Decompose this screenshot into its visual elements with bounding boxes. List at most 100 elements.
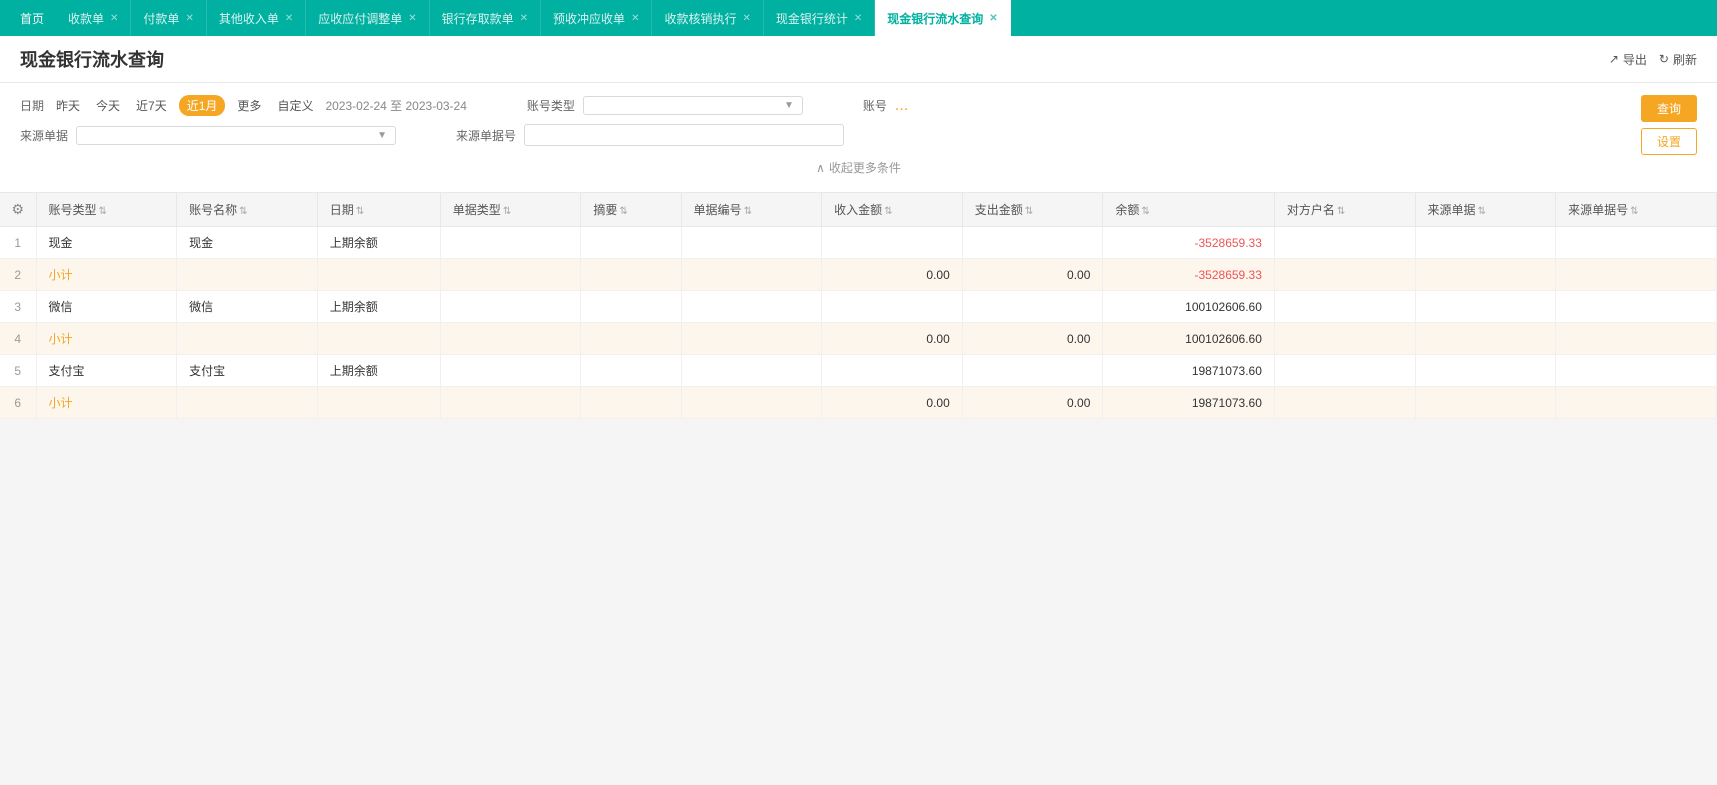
date-option-近1月[interactable]: 近1月 [179, 95, 226, 116]
query-button[interactable]: 查询 [1641, 95, 1697, 122]
col-header-counterpart[interactable]: 对方户名⇅ [1274, 193, 1415, 227]
date-option-近7天[interactable]: 近7天 [132, 95, 171, 116]
close-icon[interactable]: ✕ [854, 13, 862, 24]
col-label-doc_no: 单据编号 [694, 203, 742, 217]
nav-tab-qitashouru[interactable]: 其他收入单✕ [207, 0, 306, 36]
col-header-account_name[interactable]: 账号名称⇅ [177, 193, 318, 227]
refresh-label: 刷新 [1673, 51, 1697, 68]
close-icon[interactable]: ✕ [989, 13, 997, 24]
settings-gear-icon[interactable]: ⚙ [11, 201, 24, 217]
collapse-bar[interactable]: ∧ 收起更多条件 [20, 155, 1697, 180]
nav-tab-yushouzhongying[interactable]: 预收冲应收单✕ [541, 0, 652, 36]
nav-tab-xianjinliushui[interactable]: 现金银行流水查询✕ [875, 0, 1010, 36]
table-row: 1现金现金上期余额-3528659.33 [0, 227, 1717, 259]
close-icon[interactable]: ✕ [520, 13, 528, 24]
nav-tab-yingshoyingfu[interactable]: 应收应付调整单 ✕ [306, 0, 429, 36]
cell-source_doc_no [1556, 259, 1717, 291]
cell-account_name: 微信 [177, 291, 318, 323]
nav-tab-shoukuan[interactable]: 收款单✕ [56, 0, 131, 36]
cell-settings: 5 [0, 355, 36, 387]
close-icon[interactable]: ✕ [185, 13, 193, 24]
table-row: 6小计0.000.0019871073.60 [0, 387, 1717, 419]
sort-icon-expense: ⇅ [1025, 206, 1033, 217]
refresh-button[interactable]: ↻ 刷新 [1659, 51, 1697, 68]
col-header-income[interactable]: 收入金额⇅ [822, 193, 963, 227]
col-header-doc_type[interactable]: 单据类型⇅ [440, 193, 581, 227]
date-option-今天[interactable]: 今天 [92, 95, 124, 116]
filter-left: 日期 昨天今天近7天近1月更多自定义 2023-02-24 至 2023-03-… [20, 95, 1641, 154]
cell-account_type: 支付宝 [36, 355, 177, 387]
settings-button[interactable]: 设置 [1641, 128, 1697, 155]
col-label-date: 日期 [330, 203, 354, 217]
cell-account_name: 支付宝 [177, 355, 318, 387]
sort-icon-date: ⇅ [356, 206, 364, 217]
close-icon[interactable]: ✕ [742, 13, 750, 24]
cell-account_name [177, 387, 318, 419]
close-icon[interactable]: ✕ [110, 13, 118, 24]
export-button[interactable]: ↗ 导出 [1609, 51, 1647, 68]
nav-tab-fukuan[interactable]: 付款单✕ [131, 0, 206, 36]
col-header-date[interactable]: 日期⇅ [317, 193, 440, 227]
nav-tab-shoukuanhexiao[interactable]: 收款核销执行✕ [652, 0, 763, 36]
cell-income [822, 291, 963, 323]
date-option-更多[interactable]: 更多 [233, 95, 265, 116]
cell-doc_no [681, 355, 822, 387]
nav-tab-label: 应收应付调整单 [318, 10, 402, 27]
col-header-source_doc_no[interactable]: 来源单据号⇅ [1556, 193, 1717, 227]
date-option-自定义[interactable]: 自定义 [273, 95, 317, 116]
account-dots-button[interactable]: ... [895, 97, 908, 115]
page-header: 现金银行流水查询 ↗ 导出 ↻ 刷新 [0, 36, 1717, 83]
nav-tab-xianjinyinhang[interactable]: 现金银行统计✕ [764, 0, 875, 36]
cell-account_name [177, 259, 318, 291]
cell-income: 0.00 [822, 323, 963, 355]
cell-counterpart [1274, 227, 1415, 259]
cell-date [317, 259, 440, 291]
right-buttons: 查询 设置 [1641, 95, 1697, 155]
cell-source_doc [1415, 259, 1556, 291]
close-icon[interactable]: ✕ [631, 13, 639, 24]
cell-account_type: 现金 [36, 227, 177, 259]
source-doc-label: 来源单据 [20, 127, 68, 144]
cell-date: 上期余额 [317, 227, 440, 259]
close-icon[interactable]: ✕ [285, 13, 293, 24]
table-row: 4小计0.000.00100102606.60 [0, 323, 1717, 355]
source-doc-no-input[interactable] [524, 124, 844, 146]
page-title: 现金银行流水查询 [20, 46, 164, 72]
cell-doc_no [681, 227, 822, 259]
col-header-source_doc[interactable]: 来源单据⇅ [1415, 193, 1556, 227]
table-row: 3微信微信上期余额100102606.60 [0, 291, 1717, 323]
cell-counterpart [1274, 259, 1415, 291]
date-options: 昨天今天近7天近1月更多自定义 [52, 95, 317, 116]
cell-doc_type [440, 355, 581, 387]
col-label-income: 收入金额 [834, 203, 882, 217]
cell-balance: 100102606.60 [1103, 323, 1275, 355]
cell-counterpart [1274, 291, 1415, 323]
cell-balance: -3528659.33 [1103, 259, 1275, 291]
cell-income [822, 227, 963, 259]
cell-source_doc_no [1556, 291, 1717, 323]
sort-icon-source_doc: ⇅ [1478, 206, 1486, 217]
cell-doc_no [681, 291, 822, 323]
cell-expense [962, 227, 1103, 259]
cell-account_type: 微信 [36, 291, 177, 323]
col-label-account_type: 账号类型 [49, 203, 97, 217]
date-option-昨天[interactable]: 昨天 [52, 95, 84, 116]
close-icon[interactable]: ✕ [408, 13, 416, 24]
col-header-balance[interactable]: 余额⇅ [1103, 193, 1275, 227]
col-header-expense[interactable]: 支出金额⇅ [962, 193, 1103, 227]
account-type-arrow: ▼ [784, 100, 794, 111]
col-header-account_type[interactable]: 账号类型⇅ [36, 193, 177, 227]
cell-balance: 100102606.60 [1103, 291, 1275, 323]
col-header-summary[interactable]: 摘要⇅ [581, 193, 681, 227]
nav-home[interactable]: 首页 [8, 10, 56, 27]
cell-doc_type [440, 227, 581, 259]
cell-expense: 0.00 [962, 323, 1103, 355]
source-doc-no-label: 来源单据号 [456, 127, 516, 144]
cell-expense: 0.00 [962, 387, 1103, 419]
col-header-doc_no[interactable]: 单据编号⇅ [681, 193, 822, 227]
nav-tab-yinhangcunqu[interactable]: 银行存取款单✕ [430, 0, 541, 36]
cell-settings: 3 [0, 291, 36, 323]
source-doc-select[interactable]: ▼ [76, 126, 396, 145]
account-type-select[interactable]: ▼ [583, 96, 803, 115]
collapse-icon: ∧ [816, 161, 825, 175]
